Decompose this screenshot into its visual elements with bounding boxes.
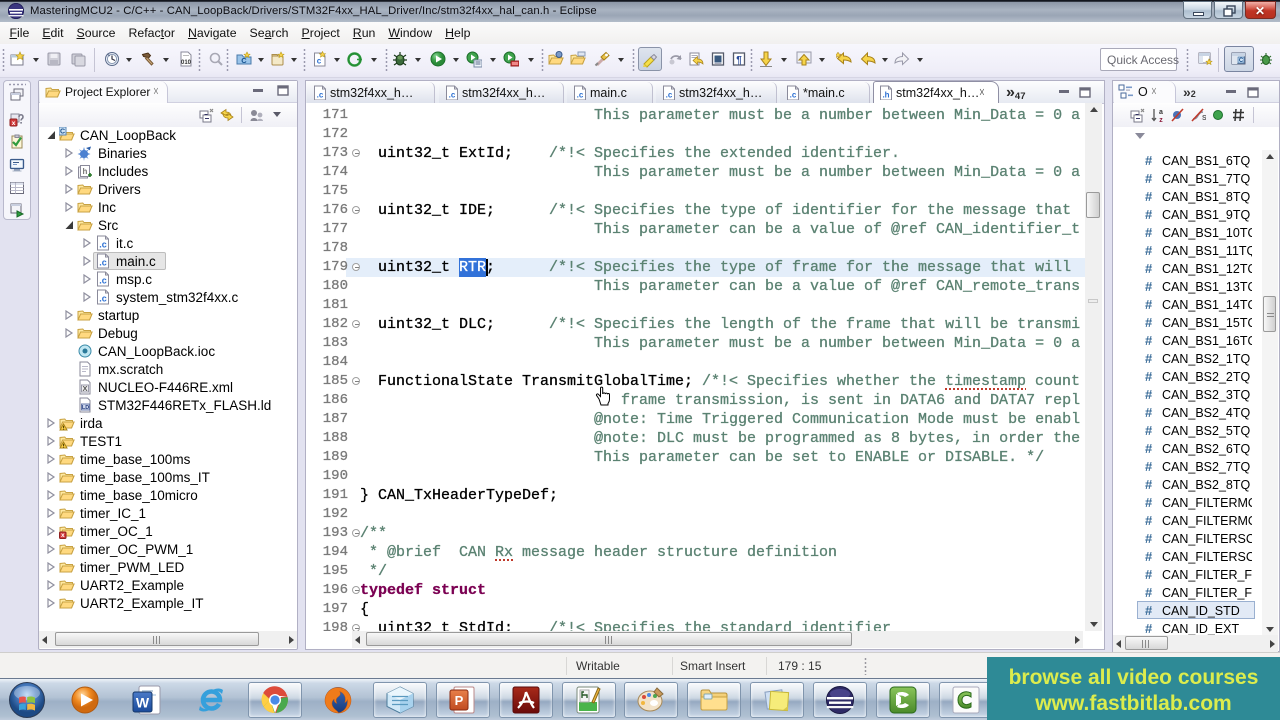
svg-text:X: X [82,384,87,393]
svg-text:.c: .c [99,258,107,268]
svg-text:h: h [83,167,88,176]
svg-text:.c: .c [99,240,107,250]
svg-text:W: W [136,695,150,711]
svg-text:.c: .c [449,91,456,100]
svg-text:x: x [61,532,65,539]
svg-text:C: C [241,56,247,65]
svg-text:.c: .c [99,294,107,304]
svg-text:z: z [1159,117,1163,123]
svg-text:x: x [12,120,16,127]
svg-text:010: 010 [181,60,192,66]
svg-text:.c: .c [666,91,673,100]
svg-text:.c: .c [577,91,584,100]
svg-text:C: C [1239,58,1244,64]
svg-text:a: a [1159,109,1163,116]
svg-text:C: C [60,129,65,136]
svg-text:LD: LD [82,405,89,411]
svg-text:c: c [317,57,322,66]
svg-text:.c: .c [99,276,107,286]
svg-text:¶: ¶ [736,55,742,66]
svg-text:.c: .c [790,91,797,100]
svg-text:S: S [1202,115,1206,122]
svg-text:.c: .c [317,91,324,100]
svg-text:.h: .h [882,91,889,100]
svg-text:P: P [455,693,464,708]
